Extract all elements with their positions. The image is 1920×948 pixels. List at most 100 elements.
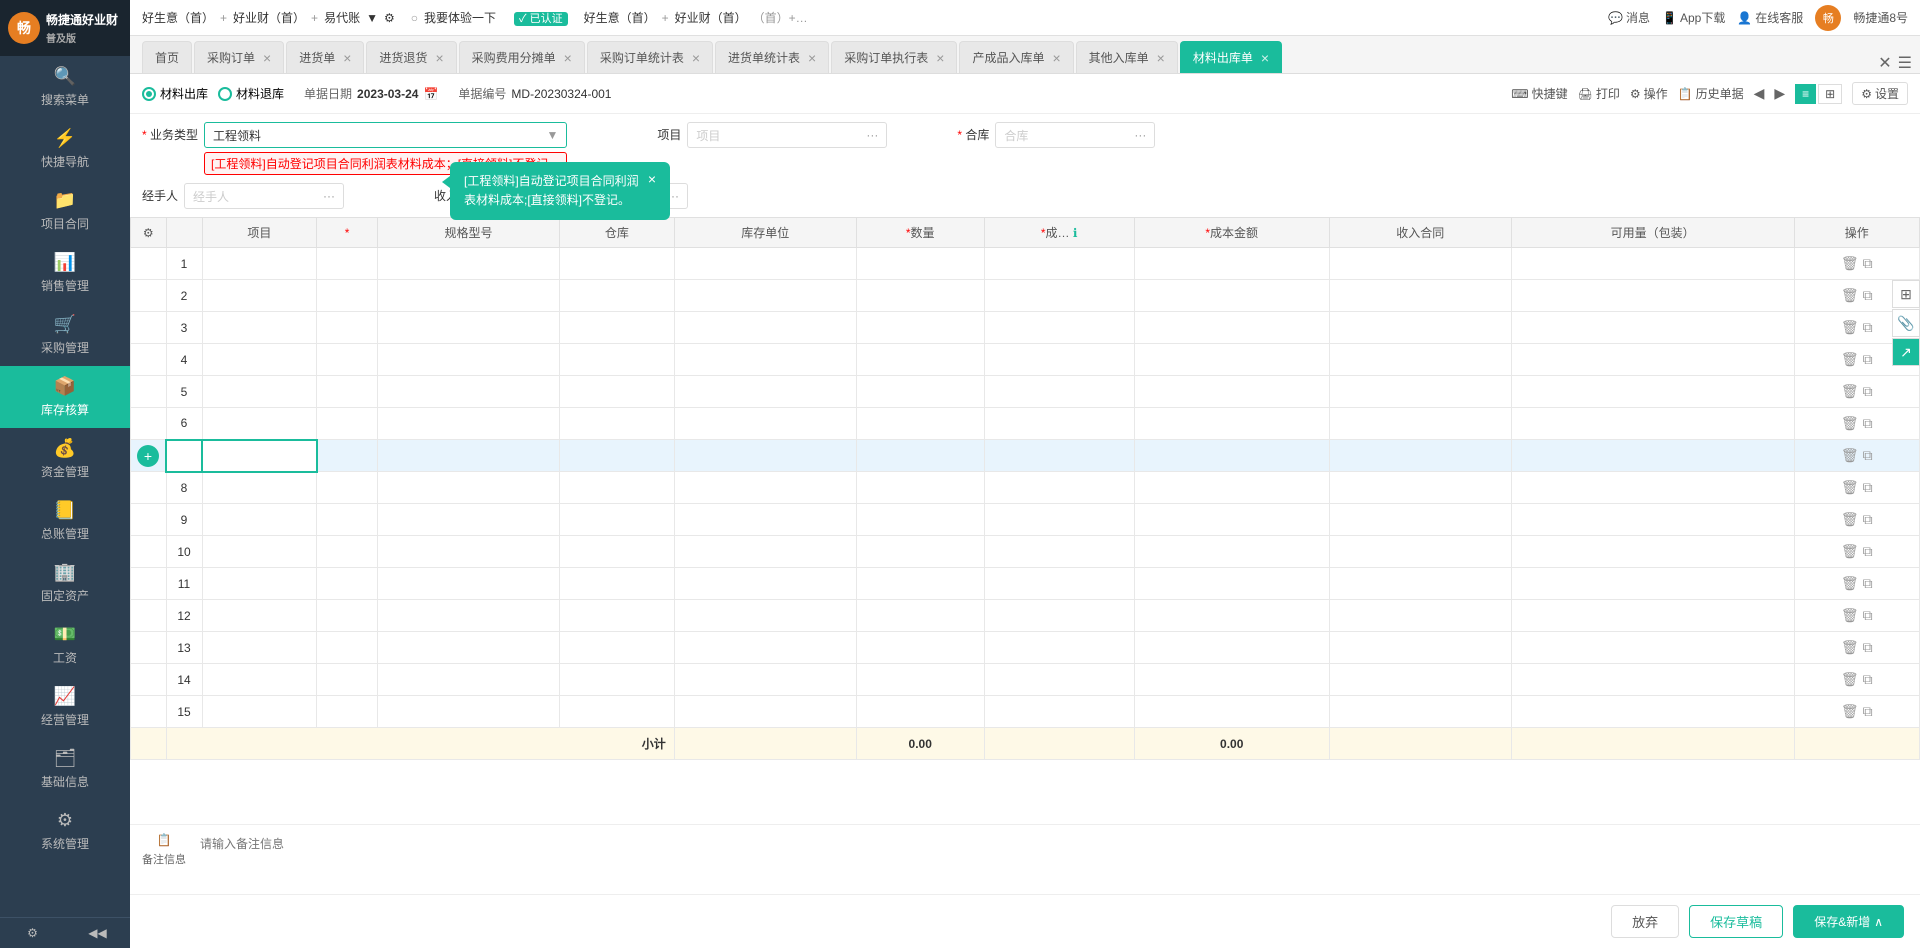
row-3-copy-icon[interactable]: ⧉ — [1863, 319, 1873, 336]
tabbar-menu-btn[interactable]: ☰ — [1898, 53, 1912, 73]
topbar-app-download-btn[interactable]: 📱 App下载 — [1662, 9, 1725, 26]
row-8-delete-icon[interactable]: 🗑 — [1841, 479, 1859, 496]
right-expand-icon[interactable]: ⊞ — [1892, 280, 1920, 308]
sidebar-item-inventory[interactable]: 📦 库存核算 — [0, 366, 130, 428]
sidebar-item-sales[interactable]: 📊 销售管理 — [0, 242, 130, 304]
save-draft-btn[interactable]: 保存草稿 — [1689, 905, 1783, 938]
row-6-delete-icon[interactable]: 🗑 — [1841, 415, 1859, 432]
tab-purchase-in[interactable]: 进货单 × — [286, 41, 364, 73]
row-4-delete-icon[interactable]: 🗑 — [1841, 351, 1859, 368]
tab-home[interactable]: 首页 — [142, 41, 192, 73]
row-10-copy-icon[interactable]: ⧉ — [1863, 543, 1873, 560]
tab-purchase-in-close[interactable]: × — [343, 51, 351, 65]
tab-purchase-stat-close[interactable]: × — [692, 51, 700, 65]
row-6-copy-icon[interactable]: ⧉ — [1863, 415, 1873, 432]
warehouse-input[interactable]: 合库 ··· — [995, 122, 1155, 148]
sidebar-collapse-btn[interactable]: ◀◀ — [65, 918, 130, 948]
radio-material-out[interactable]: 材料出库 — [142, 85, 208, 102]
nav-prev-btn[interactable]: ◀ — [1754, 85, 1765, 102]
row-13-copy-icon[interactable]: ⧉ — [1863, 639, 1873, 656]
operation-btn[interactable]: ⚙ 操作 — [1630, 85, 1668, 102]
topbar-nav-good-biz2[interactable]: 好生意（首） — [584, 9, 656, 26]
add-row-btn[interactable]: + — [137, 445, 159, 467]
row-15-copy-icon[interactable]: ⧉ — [1863, 703, 1873, 720]
sidebar-settings-btn[interactable]: ⚙ — [0, 918, 65, 948]
topbar-nav-good-wealth[interactable]: 好业财（首） — [233, 9, 305, 26]
topbar-settings-icon[interactable]: ⚙ — [384, 11, 395, 25]
row-1-copy-icon[interactable]: ⧉ — [1863, 255, 1873, 272]
biz-type-input[interactable]: 工程领料 ▼ — [204, 122, 567, 148]
right-note-icon[interactable]: 📎 — [1892, 309, 1920, 337]
tab-purchase-order[interactable]: 采购订单 × — [194, 41, 284, 73]
tab-purchase-order-close[interactable]: × — [263, 51, 271, 65]
sidebar-item-capital[interactable]: 💰 资金管理 — [0, 428, 130, 490]
sidebar-item-ledger[interactable]: 📒 总账管理 — [0, 490, 130, 552]
tab-purchase-return-close[interactable]: × — [435, 51, 443, 65]
sidebar-item-purchase[interactable]: 🛒 采购管理 — [0, 304, 130, 366]
tab-purchase-expense[interactable]: 采购费用分摊单 × — [459, 41, 585, 73]
save-new-btn[interactable]: 保存&新增 ∧ — [1793, 905, 1904, 938]
row-11-copy-icon[interactable]: ⧉ — [1863, 575, 1873, 592]
row-2-delete-icon[interactable]: 🗑 — [1841, 287, 1859, 304]
tab-product-in-close[interactable]: × — [1052, 51, 1060, 65]
tab-material-out[interactable]: 材料出库单 × — [1180, 41, 1282, 73]
row-11-delete-icon[interactable]: 🗑 — [1841, 575, 1859, 592]
sidebar-item-project[interactable]: 📁 项目合同 — [0, 180, 130, 242]
row-4-copy-icon[interactable]: ⧉ — [1863, 351, 1873, 368]
row-1-delete-icon[interactable]: 🗑 — [1841, 255, 1859, 272]
topbar-msg-btn[interactable]: 💬 消息 — [1608, 9, 1650, 26]
row-12-copy-icon[interactable]: ⧉ — [1863, 607, 1873, 624]
row-14-delete-icon[interactable]: 🗑 — [1841, 671, 1859, 688]
row-5-copy-icon[interactable]: ⧉ — [1863, 383, 1873, 400]
row-12-delete-icon[interactable]: 🗑 — [1841, 607, 1859, 624]
tab-product-in[interactable]: 产成品入库单 × — [959, 41, 1073, 73]
tooltip-close-btn[interactable]: × — [648, 172, 656, 186]
handler-input[interactable]: 经手人 ··· — [184, 183, 344, 209]
right-export-icon[interactable]: ↗ — [1892, 338, 1920, 366]
row-15-delete-icon[interactable]: 🗑 — [1841, 703, 1859, 720]
tab-other-in[interactable]: 其他入库单 × — [1076, 41, 1178, 73]
warehouse-picker-icon[interactable]: ··· — [1134, 128, 1146, 142]
topbar-nav-good-biz[interactable]: 好生意（首） — [142, 9, 214, 26]
row-7-copy-icon[interactable]: ⧉ — [1863, 447, 1873, 464]
user-avatar[interactable]: 畅 — [1815, 5, 1841, 31]
calendar-icon[interactable]: 📅 — [423, 87, 438, 101]
sidebar-item-assets[interactable]: 🏢 固定资产 — [0, 552, 130, 614]
col-settings-th[interactable]: ⚙ — [131, 218, 167, 248]
tab-purchase-return[interactable]: 进货退货 × — [366, 41, 456, 73]
row-9-delete-icon[interactable]: 🗑 — [1841, 511, 1859, 528]
topbar-trial[interactable]: 我要体验一下 — [424, 9, 496, 26]
row-8-copy-icon[interactable]: ⧉ — [1863, 479, 1873, 496]
sidebar-item-salary[interactable]: 💵 工资 — [0, 614, 130, 676]
topbar-online-service-btn[interactable]: 👤 在线客服 — [1737, 9, 1803, 26]
tab-in-stat[interactable]: 进货单统计表 × — [715, 41, 829, 73]
sidebar-item-ops[interactable]: 📈 经营管理 — [0, 676, 130, 738]
doc-date-value[interactable]: 2023-03-24 — [357, 87, 418, 101]
print-btn[interactable]: 🖨 打印 — [1578, 85, 1620, 102]
sidebar-item-shortcut[interactable]: ⚡ 快捷导航 — [0, 118, 130, 180]
sidebar-item-system[interactable]: ⚙ 系统管理 — [0, 800, 130, 862]
sidebar-item-basic[interactable]: 🗂 基础信息 — [0, 738, 130, 800]
tab-purchase-expense-close[interactable]: × — [564, 51, 572, 65]
row-5-delete-icon[interactable]: 🗑 — [1841, 383, 1859, 400]
row-9-copy-icon[interactable]: ⧉ — [1863, 511, 1873, 528]
view-table-btn[interactable]: ⊞ — [1818, 84, 1842, 104]
radio-material-return[interactable]: 材料退库 — [218, 85, 284, 102]
tabbar-close-btn[interactable]: ✕ — [1878, 53, 1891, 73]
doc-settings-btn[interactable]: ⚙ 设置 — [1852, 82, 1908, 105]
row-2-copy-icon[interactable]: ⧉ — [1863, 287, 1873, 304]
history-btn[interactable]: 📋 历史单据 — [1678, 85, 1744, 102]
row-14-copy-icon[interactable]: ⧉ — [1863, 671, 1873, 688]
tab-other-in-close[interactable]: × — [1157, 51, 1165, 65]
row-3-delete-icon[interactable]: 🗑 — [1841, 319, 1859, 336]
nav-next-btn[interactable]: ▶ — [1774, 85, 1785, 102]
row-7-delete-icon[interactable]: 🗑 — [1841, 447, 1859, 464]
tab-purchase-stat[interactable]: 采购订单统计表 × — [587, 41, 713, 73]
tab-material-out-close[interactable]: × — [1261, 51, 1269, 65]
topbar-nav-agent[interactable]: 易代账 — [324, 9, 360, 26]
row-13-delete-icon[interactable]: 🗑 — [1841, 639, 1859, 656]
shortcut-keys-btn[interactable]: ⌨ 快捷键 — [1511, 85, 1567, 102]
sidebar-item-search[interactable]: 🔍 搜索菜单 — [0, 56, 130, 118]
discard-btn[interactable]: 放弃 — [1611, 905, 1679, 938]
project-input[interactable]: 项目 ··· — [687, 122, 887, 148]
